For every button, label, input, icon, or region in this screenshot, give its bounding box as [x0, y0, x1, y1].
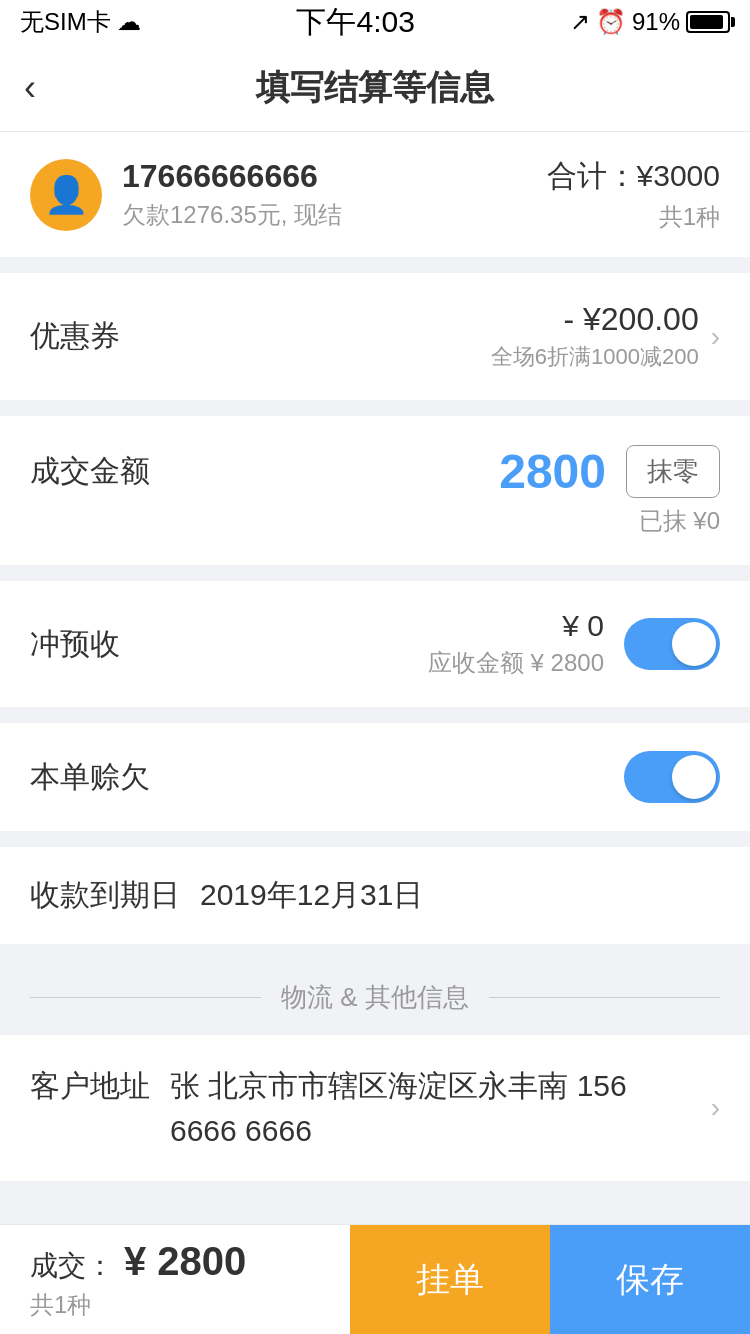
address-label: 客户地址: [30, 1063, 170, 1108]
credit-section: 本单赊欠: [0, 723, 750, 831]
location-icon: ↗: [570, 8, 590, 36]
duedate-row: 收款到期日 2019年12月31日: [30, 875, 720, 916]
duedate-label: 收款到期日: [30, 875, 180, 916]
user-info: 17666666666 欠款1276.35元, 现结: [102, 158, 547, 231]
bottom-deal-amount: ¥ 2800: [124, 1239, 246, 1284]
deal-amount-right: 2800 抹零: [499, 444, 720, 499]
coupon-row[interactable]: 优惠券 - ¥200.00 全场6折满1000减200 ›: [0, 273, 750, 400]
address-chevron-icon: ›: [699, 1092, 720, 1124]
user-total: 合计：¥3000 共1种: [547, 156, 720, 233]
status-time: 下午4:03: [296, 2, 414, 43]
page-title: 填写结算等信息: [256, 65, 494, 111]
round-zero-button[interactable]: 抹零: [626, 445, 720, 498]
coupon-right: - ¥200.00 全场6折满1000减200 ›: [491, 301, 720, 372]
bottom-deal-row: 成交： ¥ 2800: [30, 1239, 320, 1285]
nav-bar: ‹ 填写结算等信息: [0, 44, 750, 132]
status-right: ↗ ⏰ 91%: [570, 8, 730, 36]
divider-line-right: [489, 997, 720, 998]
save-button[interactable]: 保存: [550, 1225, 750, 1334]
deal-amount-row: 成交金额 2800 抹零: [30, 444, 720, 499]
battery-icon: [686, 11, 730, 33]
deal-amount-label: 成交金额: [30, 451, 150, 492]
prepaid-row: 冲预收 ¥ 0 应收金额 ¥ 2800: [30, 609, 720, 679]
avatar-icon: 👤: [44, 174, 89, 216]
amount-zeroed-text: 已抹 ¥0: [30, 505, 720, 537]
divider-line-left: [30, 997, 261, 998]
divider-1: [0, 707, 750, 723]
prepaid-right: ¥ 0 应收金额 ¥ 2800: [428, 609, 720, 679]
avatar: 👤: [30, 159, 102, 231]
status-left: 无SIM卡 ☁: [20, 6, 141, 38]
coupon-label: 优惠券: [30, 316, 120, 357]
prepaid-value-block: ¥ 0 应收金额 ¥ 2800: [428, 609, 604, 679]
address-value: 张 北京市市辖区海淀区永丰南 156 6666 6666: [170, 1063, 699, 1153]
battery-label: 91%: [632, 8, 680, 36]
prepaid-section: 冲预收 ¥ 0 应收金额 ¥ 2800: [0, 581, 750, 707]
total-amount: 合计：¥3000: [547, 156, 720, 197]
prepaid-value: ¥ 0: [428, 609, 604, 643]
prepaid-toggle[interactable]: [624, 618, 720, 670]
hold-button[interactable]: 挂单: [350, 1225, 550, 1334]
user-phone: 17666666666: [122, 158, 547, 195]
prepaid-desc: 应收金额 ¥ 2800: [428, 647, 604, 679]
coupon-desc: 全场6折满1000减200: [491, 342, 699, 372]
deal-amount-number: 2800: [499, 444, 606, 499]
bottom-summary: 成交： ¥ 2800 共1种: [0, 1239, 350, 1321]
user-info-row: 👤 17666666666 欠款1276.35元, 现结 合计：¥3000 共1…: [0, 132, 750, 257]
total-count: 共1种: [547, 201, 720, 233]
bottom-deal-label: 成交：: [30, 1247, 114, 1285]
bottom-count: 共1种: [30, 1289, 320, 1321]
status-bar: 无SIM卡 ☁ 下午4:03 ↗ ⏰ 91%: [0, 0, 750, 44]
coupon-value: - ¥200.00: [491, 301, 699, 338]
duedate-value: 2019年12月31日: [200, 875, 423, 916]
duedate-section: 收款到期日 2019年12月31日: [0, 847, 750, 944]
bottom-bar: 成交： ¥ 2800 共1种 挂单 保存: [0, 1224, 750, 1334]
content-area: 👤 17666666666 欠款1276.35元, 现结 合计：¥3000 共1…: [0, 132, 750, 1334]
credit-toggle[interactable]: [624, 751, 720, 803]
total-label: 合计：: [547, 159, 637, 192]
credit-label: 本单赊欠: [30, 757, 150, 798]
logistics-label: 物流 & 其他信息: [261, 980, 489, 1015]
alarm-icon: ⏰: [596, 8, 626, 36]
no-sim-label: 无SIM卡 ☁: [20, 6, 141, 38]
prepaid-label: 冲预收: [30, 624, 120, 665]
user-debt: 欠款1276.35元, 现结: [122, 199, 547, 231]
deal-amount-section: 成交金额 2800 抹零 已抹 ¥0: [0, 416, 750, 565]
logistics-divider: 物流 & 其他信息: [0, 960, 750, 1035]
total-value: ¥3000: [637, 159, 720, 192]
address-section[interactable]: 客户地址 张 北京市市辖区海淀区永丰南 156 6666 6666 ›: [0, 1035, 750, 1181]
back-button[interactable]: ‹: [24, 67, 36, 109]
coupon-chevron-icon: ›: [711, 321, 720, 353]
bottom-buttons: 挂单 保存: [350, 1225, 750, 1334]
